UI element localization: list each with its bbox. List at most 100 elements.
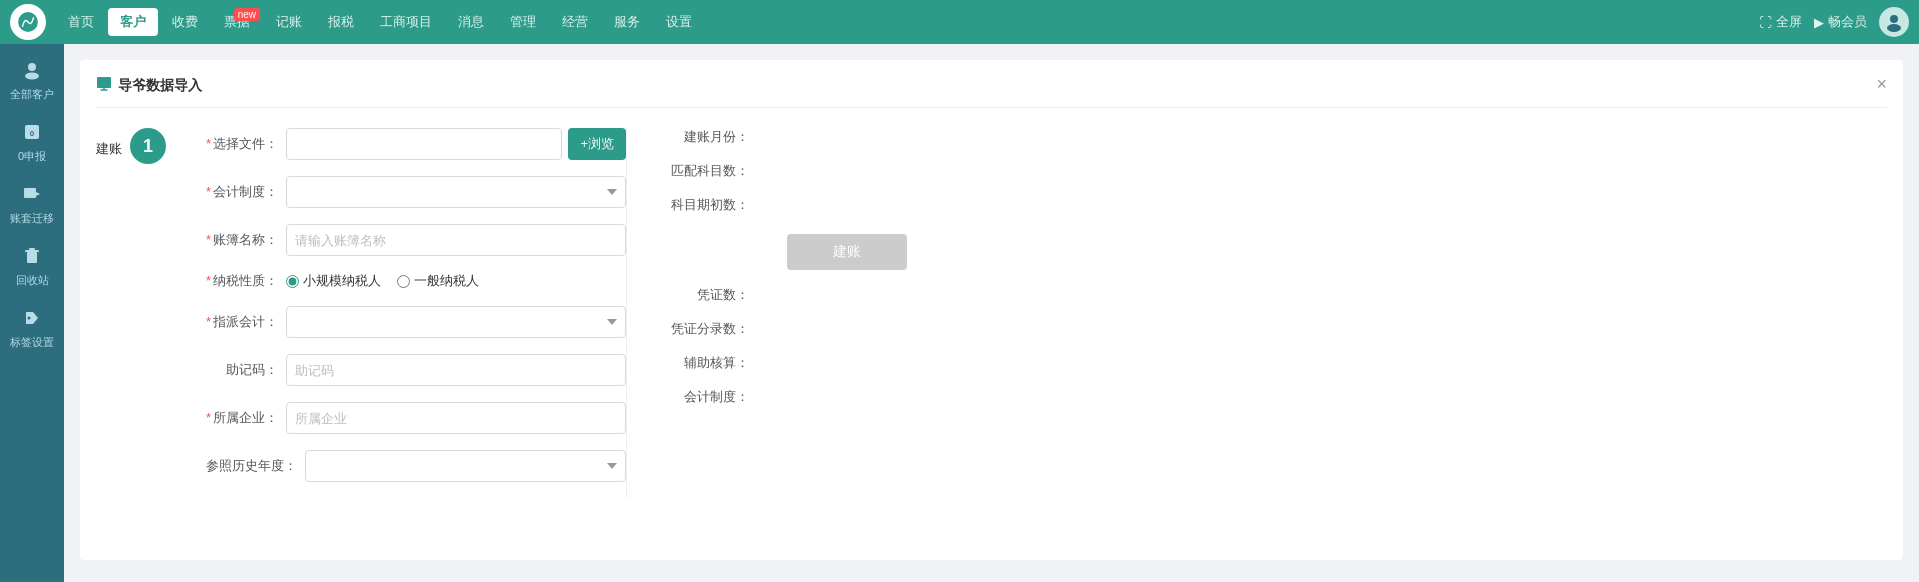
tax-small-radio[interactable]	[286, 275, 299, 288]
sidebar-item-recycle[interactable]: 回收站	[0, 238, 64, 296]
avatar[interactable]	[1879, 7, 1909, 37]
member-btn[interactable]: ▶ 畅会员	[1814, 13, 1867, 31]
nav-item-tax[interactable]: 报税	[316, 8, 366, 36]
nav-item-client[interactable]: 客户	[108, 8, 158, 36]
nav-item-service[interactable]: 服务	[602, 8, 652, 36]
nav-item-settings[interactable]: 设置	[654, 8, 704, 36]
declare-icon: 0	[22, 122, 42, 147]
sidebar-label-migrate: 账套迁移	[10, 211, 54, 226]
tax-type-row: *纳税性质： 小规模纳税人 一般纳税人	[206, 272, 626, 290]
close-button[interactable]: ×	[1876, 74, 1887, 95]
account-name-label: *账簿名称：	[206, 231, 286, 249]
memo-code-input[interactable]	[286, 354, 626, 386]
play-icon: ▶	[1814, 15, 1824, 30]
svg-point-3	[28, 63, 36, 71]
nav-item-home[interactable]: 首页	[56, 8, 106, 36]
sidebar-item-all-clients[interactable]: 全部客户	[0, 52, 64, 110]
sidebar-item-zero-declare[interactable]: 0 0申报	[0, 114, 64, 172]
nav-item-operation[interactable]: 经营	[550, 8, 600, 36]
svg-rect-9	[25, 250, 39, 252]
sidebar-label-all-clients: 全部客户	[10, 87, 54, 102]
company-input[interactable]	[286, 402, 626, 434]
account-name-input[interactable]	[286, 224, 626, 256]
company-label: *所属企业：	[206, 409, 286, 427]
tax-type-label: *纳税性质：	[206, 272, 286, 290]
accountant-label: *指派会计：	[206, 313, 286, 331]
nav-item-fee[interactable]: 收费	[160, 8, 210, 36]
new-badge: new	[234, 8, 260, 21]
sidebar-item-tag[interactable]: 标签设置	[0, 300, 64, 358]
logo	[10, 4, 46, 40]
build-month-label: 建账月份：	[667, 128, 757, 146]
nav-item-business[interactable]: 工商项目	[368, 8, 444, 36]
step-badge: 1	[130, 128, 166, 164]
form-container: 建账 1 *选择文件： +浏览	[96, 128, 1887, 498]
tax-general-label[interactable]: 一般纳税人	[397, 272, 479, 290]
main-panel: 导爷数据导入 × 建账 1	[80, 60, 1903, 560]
panel-title: 导爷数据导入	[118, 77, 202, 95]
accounting-system-label: *会计制度：	[206, 183, 286, 201]
import-icon	[96, 76, 112, 95]
right-accounting-system-label: 会计制度：	[667, 388, 757, 406]
memo-code-row: 助记码：	[206, 354, 626, 386]
nav-item-accounting[interactable]: 记账	[264, 8, 314, 36]
svg-point-1	[1890, 15, 1898, 23]
subject-initial-row: 科目期初数：	[667, 196, 1026, 214]
accounting-system-row: *会计制度：	[206, 176, 626, 208]
accounting-system-select[interactable]	[286, 176, 626, 208]
build-month-row: 建账月份：	[667, 128, 1026, 146]
panel-header: 导爷数据导入	[96, 76, 1887, 108]
voucher-entries-row: 凭证分录数：	[667, 320, 1026, 338]
top-nav: 首页 客户 收费 票据new 记账 报税 工商项目 消息 管理 经营 服务 设置…	[0, 0, 1919, 44]
svg-point-11	[28, 317, 31, 320]
svg-rect-8	[27, 252, 37, 263]
file-text-input[interactable]	[286, 128, 562, 160]
svg-text:0: 0	[30, 129, 35, 138]
accountant-select[interactable]	[286, 306, 626, 338]
accountant-row: *指派会计：	[206, 306, 626, 338]
ref-year-row: 参照历史年度：	[206, 450, 626, 482]
ref-year-select[interactable]	[305, 450, 626, 482]
svg-rect-12	[97, 77, 111, 88]
tax-type-radio-group: 小规模纳税人 一般纳税人	[286, 272, 626, 290]
nav-right: ⛶ 全屏 ▶ 畅会员	[1759, 7, 1909, 37]
step-name: 建账	[96, 140, 122, 158]
select-file-row: *选择文件： +浏览	[206, 128, 626, 160]
fullscreen-btn[interactable]: ⛶ 全屏	[1759, 13, 1802, 31]
company-row: *所属企业：	[206, 402, 626, 434]
subject-initial-label: 科目期初数：	[667, 196, 757, 214]
svg-point-4	[25, 73, 39, 80]
tax-small-label[interactable]: 小规模纳税人	[286, 272, 381, 290]
match-subjects-row: 匹配科目数：	[667, 162, 1026, 180]
tax-general-radio[interactable]	[397, 275, 410, 288]
auxiliary-row: 辅助核算：	[667, 354, 1026, 372]
step-indicator: 建账 1	[96, 128, 166, 498]
form-fields: *选择文件： +浏览 *会计制度：	[206, 128, 626, 498]
nav-item-invoice[interactable]: 票据new	[212, 8, 262, 36]
voucher-entries-label: 凭证分录数：	[667, 320, 757, 338]
select-file-label: *选择文件：	[206, 135, 286, 153]
sidebar-label-declare: 0申报	[18, 149, 46, 164]
nav-item-manage[interactable]: 管理	[498, 8, 548, 36]
nav-items: 首页 客户 收费 票据new 记账 报税 工商项目 消息 管理 经营 服务 设置	[56, 8, 1759, 36]
fullscreen-icon: ⛶	[1759, 15, 1772, 30]
auxiliary-label: 辅助核算：	[667, 354, 757, 372]
content-area: 导爷数据导入 × 建账 1	[64, 44, 1919, 582]
file-input-group: +浏览	[286, 128, 626, 160]
ref-year-label: 参照历史年度：	[206, 457, 305, 475]
sidebar-label-tag: 标签设置	[10, 335, 54, 350]
build-button[interactable]: 建账	[787, 234, 907, 270]
all-clients-icon	[22, 60, 42, 85]
recycle-icon	[22, 246, 42, 271]
sidebar-item-migrate[interactable]: 账套迁移	[0, 176, 64, 234]
svg-rect-10	[29, 248, 35, 250]
nav-item-message[interactable]: 消息	[446, 8, 496, 36]
browse-button[interactable]: +浏览	[568, 128, 626, 160]
build-btn-wrap: 建账	[667, 234, 1026, 270]
sidebar: 全部客户 0 0申报 账套迁移	[0, 44, 64, 582]
match-subjects-label: 匹配科目数：	[667, 162, 757, 180]
sidebar-label-recycle: 回收站	[16, 273, 49, 288]
form-right-panel: 建账月份： 匹配科目数： 科目期初数： 建账	[626, 128, 1026, 498]
voucher-count-label: 凭证数：	[667, 286, 757, 304]
main-layout: 全部客户 0 0申报 账套迁移	[0, 44, 1919, 582]
